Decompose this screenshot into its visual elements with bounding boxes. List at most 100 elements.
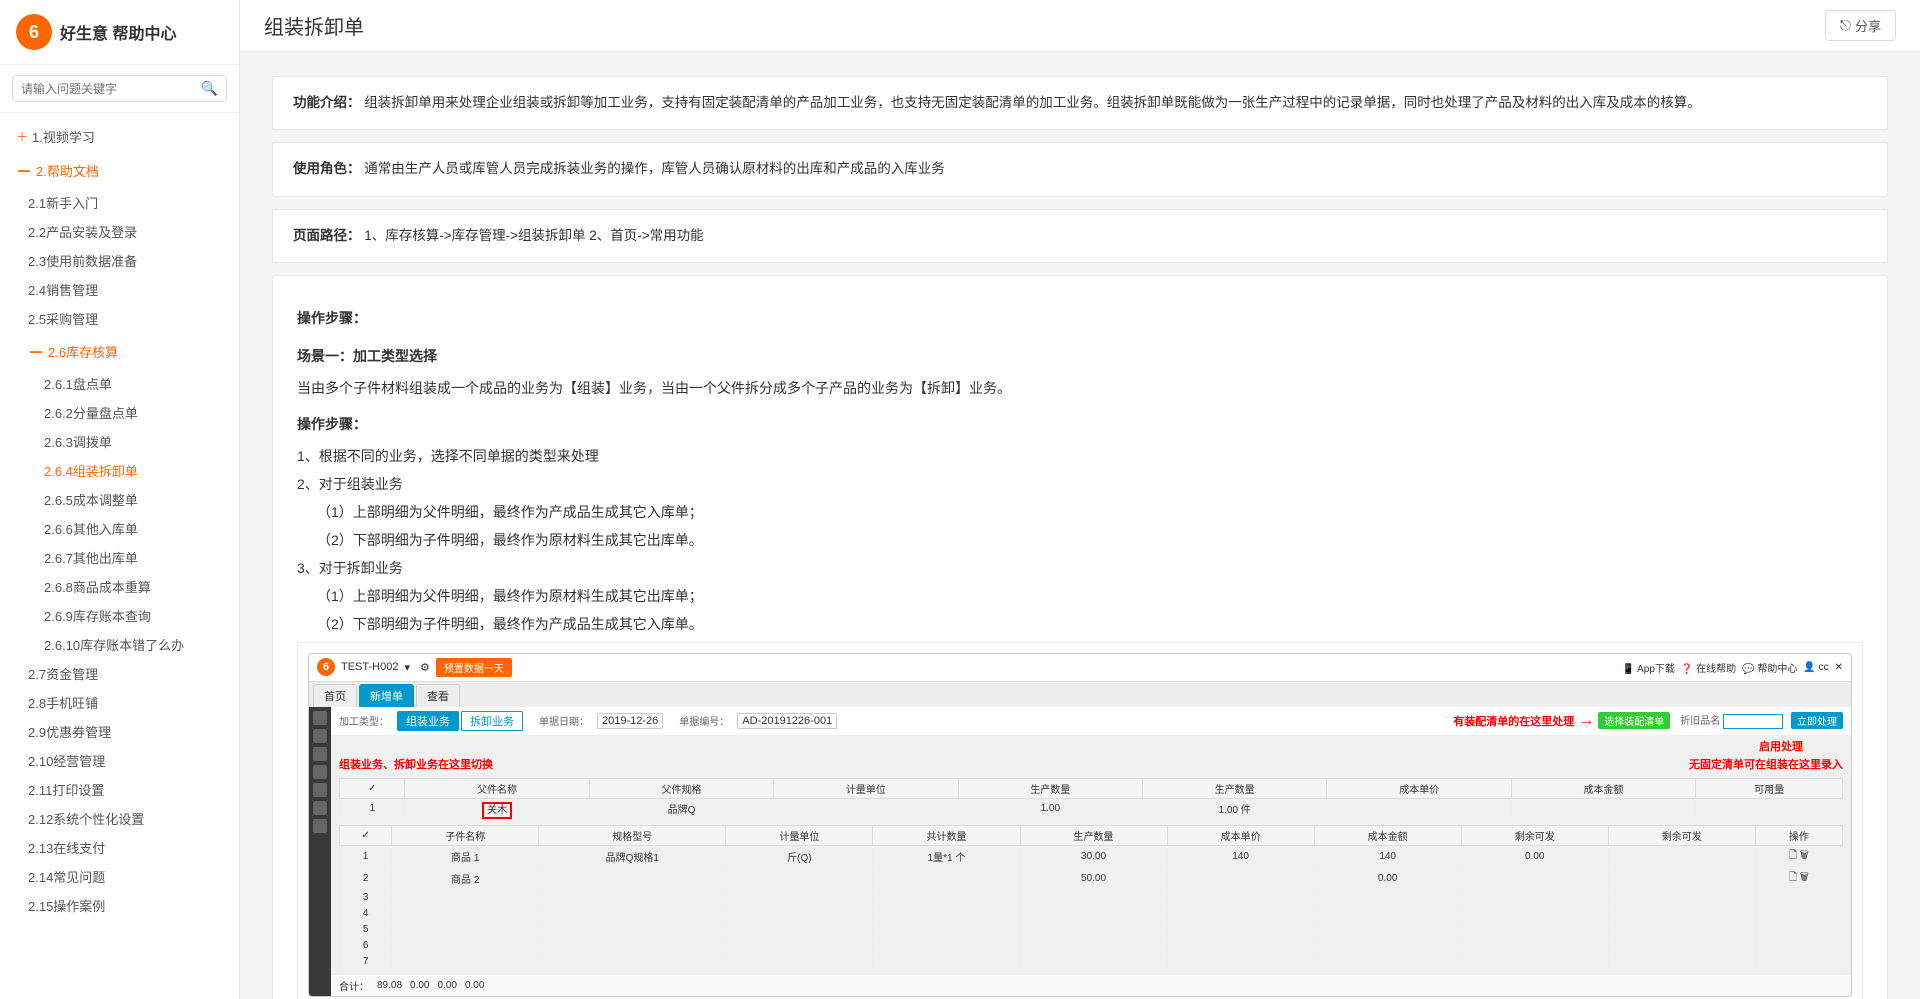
sidebar-item-stock-check2[interactable]: 2.6.2分量盘点单	[44, 398, 239, 427]
ss-col2-remain1: 剩余可发	[1461, 825, 1608, 845]
sidebar-item-assembly[interactable]: 2.6.4组装拆卸单	[44, 456, 239, 485]
sidebar-item-cases[interactable]: 2.15操作案例	[28, 891, 239, 920]
ss-cell-cost-amt	[1511, 798, 1695, 818]
screenshot-container: 6 TEST-H002 ▾ ⚙ 预置数据一天 📱 App下载 ❓ 在线帮助 💬 …	[297, 642, 1863, 999]
ss-cell-unit	[774, 798, 958, 818]
annotation3-text: 启用处理	[1759, 738, 1803, 754]
ss-select-list-btn[interactable]: 选择装配清单	[1598, 712, 1670, 729]
ss-type-assembly[interactable]: 组装业务	[397, 711, 459, 731]
ss-logo: 6	[317, 658, 335, 676]
sidebar-item-cost-adj[interactable]: 2.6.5成本调整单	[44, 485, 239, 514]
sidebar-item-payment[interactable]: 2.13在线支付	[28, 833, 239, 862]
step3-2: （2）下部明细为子件明细，最终作为产成品生成其它入库单。	[297, 610, 1863, 638]
annotation4-text: 组装业务、拆卸业务在这里切换	[339, 756, 493, 772]
ss-cell-cost-price	[1327, 798, 1511, 818]
ss-preset-btn[interactable]: 预置数据一天	[436, 658, 512, 677]
table-row: 1 商品 1 品牌Q规格1 斤(Q) 1量*1 个 30.00 140 140	[340, 845, 1843, 867]
ss-col2-spec: 规格型号	[539, 825, 726, 845]
search-icon[interactable]: 🔍	[201, 80, 218, 97]
ss-footer-val1: 89.08	[377, 980, 402, 991]
ss-icon1	[313, 711, 327, 725]
ss-confirm-btn[interactable]: 立即处理	[1791, 712, 1843, 729]
ss-label-no: 单据编号：	[679, 713, 729, 728]
ss-tabs-row: 首页 新增单 查看	[309, 682, 1851, 707]
logo-area: 6 好生意 帮助中心	[0, 0, 239, 65]
sidebar-item-inventory[interactable]: － 2.6库存核算	[28, 333, 239, 369]
sidebar-item-stock-check[interactable]: 2.6.1盘点单	[44, 369, 239, 398]
nav-sub-docs: 2.1新手入门 2.2产品安装及登录 2.3使用前数据准备 2.4销售管理 2.…	[0, 188, 239, 920]
role-label: 使用角色：	[293, 161, 361, 176]
func-intro-block: 功能介绍： 组装拆卸单用来处理企业组装或拆卸等加工业务，支持有固定装配清单的产品…	[272, 76, 1888, 130]
sidebar-item-purchase[interactable]: 2.5采购管理	[28, 304, 239, 333]
ss-annotation1-area: 有装配清单的在这里处理 → 选择装配清单 折旧品名 立即处理	[1453, 712, 1843, 730]
ss-tab-home[interactable]: 首页	[313, 684, 357, 707]
ss-type-disassembly[interactable]: 拆卸业务	[461, 711, 523, 731]
path-block: 页面路径： 1、库存核算->库存管理->组装拆卸单 2、首页->常用功能	[272, 209, 1888, 263]
sidebar-item-stock-error[interactable]: 2.6.10库存账本错了么办	[44, 630, 239, 659]
sidebar-item-finance[interactable]: 2.7资金管理	[28, 659, 239, 688]
annotation5-text: 无固定清单可在组装在这里录入	[1689, 756, 1843, 772]
ss-ann3-row: 启用处理	[331, 736, 1851, 756]
sidebar-item-transfer[interactable]: 2.6.3调拨单	[44, 427, 239, 456]
sidebar-item-mobile[interactable]: 2.8手机旺铺	[28, 688, 239, 717]
ss-col-prod-qty2: 生产数量	[1143, 778, 1327, 798]
sidebar-item-docs[interactable]: － 2.帮助文档	[0, 152, 239, 188]
ss-footer-val4: 0.00	[465, 980, 484, 991]
sidebar-item-prepare[interactable]: 2.3使用前数据准备	[28, 246, 239, 275]
step3: 3、对于拆卸业务	[297, 554, 1863, 582]
ss-cell-parent-spec: 品牌Q	[589, 798, 773, 818]
ss-lower-table: ✓ 子件名称 规格型号 计量单位 共计数量 生产数量 成本单价 成本金额	[339, 825, 1843, 970]
ss-confirm-input[interactable]	[1723, 714, 1783, 729]
ss-upper-table: ✓ 父件名称 父件规格 计量单位 生产数量 生产数量 成本单价 成本金额	[339, 778, 1843, 819]
func-intro-text: 组装拆卸单用来处理企业组装或拆卸等加工业务，支持有固定装配清单的产品加工业务，也…	[364, 95, 1701, 110]
sidebar-label-inventory: 2.6库存核算	[48, 342, 118, 361]
sidebar-item-other-in[interactable]: 2.6.6其他入库单	[44, 514, 239, 543]
sidebar-item-system[interactable]: 2.12系统个性化设置	[28, 804, 239, 833]
ss-col-parent-spec: 父件规格	[589, 778, 773, 798]
ss-topbar: 6 TEST-H002 ▾ ⚙ 预置数据一天 📱 App下载 ❓ 在线帮助 💬 …	[309, 654, 1851, 682]
ss-icon6	[313, 801, 327, 815]
sidebar-item-cost-recalc[interactable]: 2.6.8商品成本重算	[44, 572, 239, 601]
search-input[interactable]	[21, 82, 201, 96]
path-text: 1、库存核算->库存管理->组装拆卸单 2、首页->常用功能	[364, 228, 703, 243]
logo-text: 好生意 帮助中心	[60, 20, 176, 44]
ss-col2-child-name: 子件名称	[392, 825, 539, 845]
sidebar-item-other-out[interactable]: 2.6.7其他出库单	[44, 543, 239, 572]
sidebar-item-newbie[interactable]: 2.1新手入门	[28, 188, 239, 217]
step2: 2、对于组装业务	[297, 470, 1863, 498]
ss-close-icon[interactable]: ✕	[1835, 662, 1843, 673]
table-row: 5	[340, 921, 1843, 937]
role-text: 通常由生产人员或库管人员完成拆装业务的操作，库管人员确认原材料的出库和产成品的入…	[364, 161, 945, 176]
sidebar-item-print[interactable]: 2.11打印设置	[28, 775, 239, 804]
ss-col2-check: ✓	[340, 825, 392, 845]
ss-tab-view[interactable]: 查看	[416, 684, 460, 707]
sidebar-label-video: 1.视频学习	[32, 127, 95, 146]
sidebar-item-video[interactable]: ＋ 1.视频学习	[0, 121, 239, 152]
ss-col2-cost-amt: 成本金额	[1314, 825, 1461, 845]
sidebar-item-install[interactable]: 2.2产品安装及登录	[28, 217, 239, 246]
logo-icon: 6	[16, 14, 52, 50]
step1: 1、根据不同的业务，选择不同单据的类型来处理	[297, 442, 1863, 470]
ss-tab-new[interactable]: 新增单	[359, 684, 414, 707]
sidebar-item-coupon[interactable]: 2.9优惠券管理	[28, 717, 239, 746]
ss-col2-total-qty: 共计数量	[873, 825, 1020, 845]
sidebar-item-faq[interactable]: 2.14常见问题	[28, 862, 239, 891]
ss-footer: 合计： 89.08 0.00 0.00 0.00	[331, 974, 1851, 996]
ss-help-icon: ❓ 在线帮助	[1681, 660, 1736, 675]
ss-cell-avail	[1696, 798, 1843, 818]
ss-icon4	[313, 765, 327, 779]
share-button[interactable]: ⎋ 分享	[1825, 10, 1896, 41]
share-icon: ⎋	[1840, 17, 1851, 34]
sidebar-item-mgmt[interactable]: 2.10经营管理	[28, 746, 239, 775]
sidebar-item-sales[interactable]: 2.4销售管理	[28, 275, 239, 304]
table-row: 7	[340, 953, 1843, 969]
ss-form-header: 加工类型： 组装业务 拆卸业务 单据日期： 2019-12-26 单据编号： A…	[331, 707, 1851, 736]
scene1-title: 场景一：加工类型选择	[297, 342, 1863, 370]
sidebar-item-stock-ledger[interactable]: 2.6.9库存账本查询	[44, 601, 239, 630]
step2-1: （1）上部明细为父件明细，最终作为产成品生成其它入库单；	[297, 498, 1863, 526]
table-row: 4	[340, 905, 1843, 921]
table-row: 3	[340, 889, 1843, 905]
ss-col2-unit: 计量单位	[726, 825, 873, 845]
ss-col2-cost-price: 成本单价	[1167, 825, 1314, 845]
path-label: 页面路径：	[293, 228, 361, 243]
